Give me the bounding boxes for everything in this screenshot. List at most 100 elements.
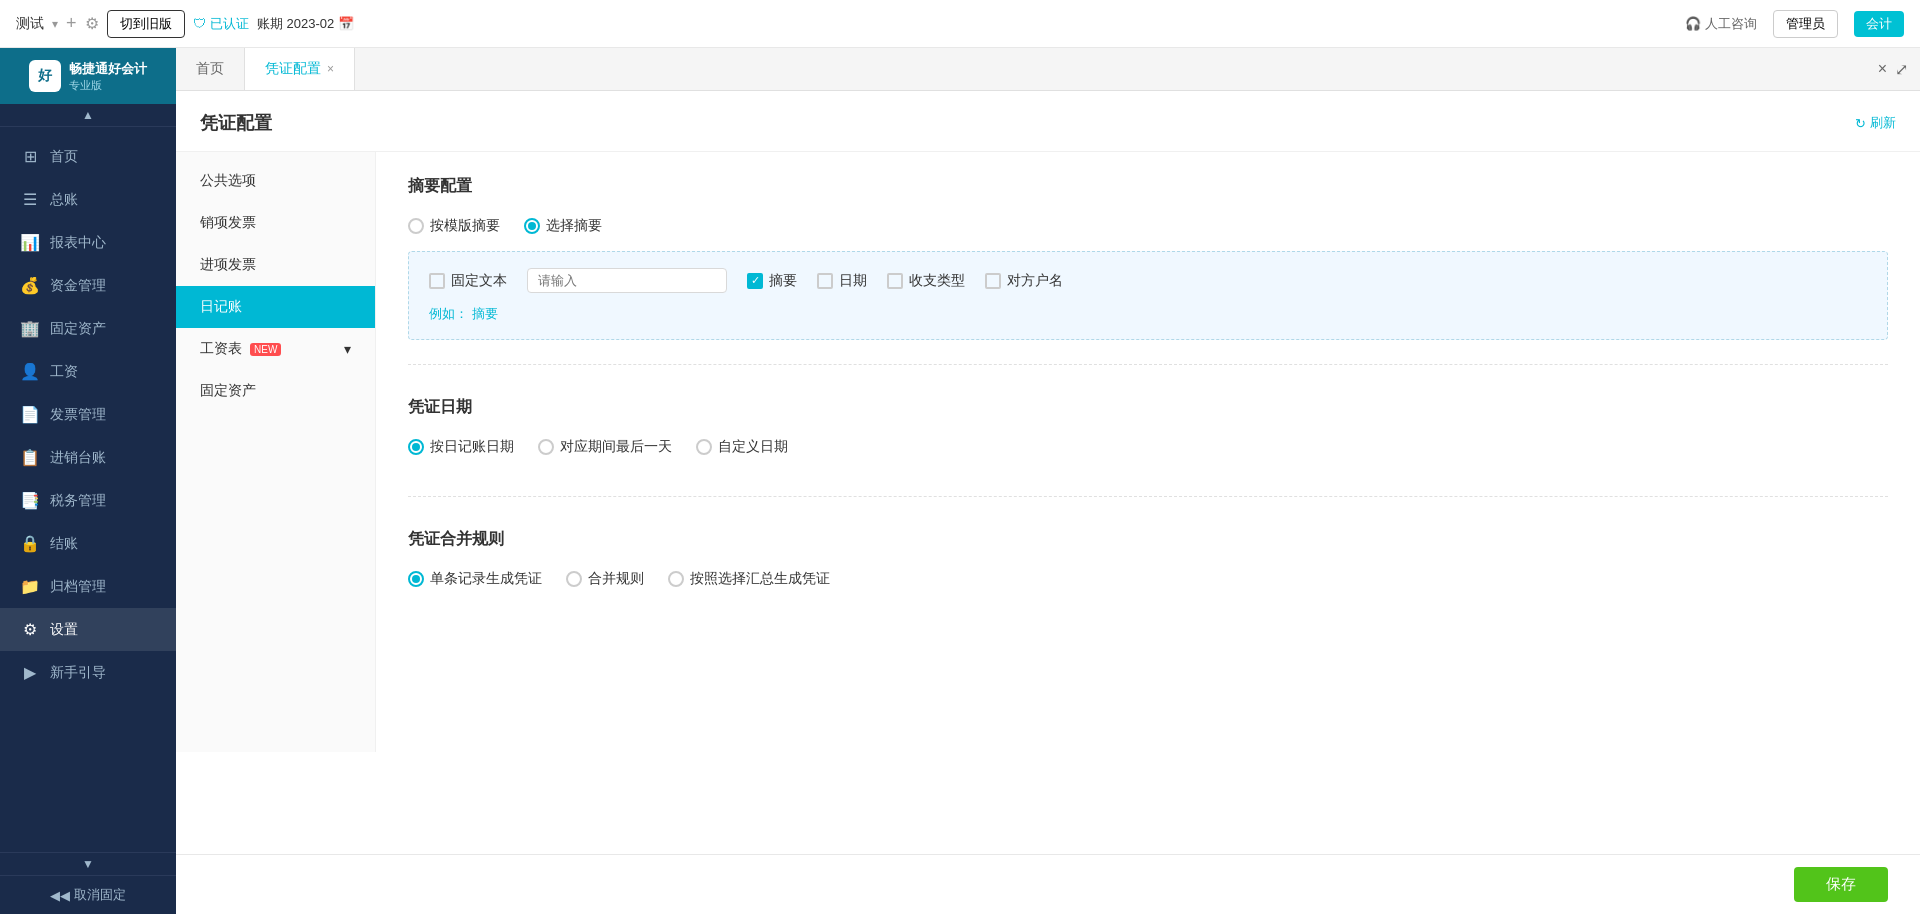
ledger-icon: ☰ xyxy=(20,190,40,209)
scroll-down-button[interactable]: ▼ xyxy=(0,852,176,875)
main-layout: 好 畅捷通好会计 专业版 ▲ ⊞ 首页 ☰ 总账 📊 报表中心 xyxy=(0,48,1920,914)
single-radio[interactable] xyxy=(408,571,424,587)
consultation-icon: 🎧 xyxy=(1685,16,1701,31)
tab-voucher-config-label: 凭证配置 xyxy=(265,60,321,78)
date-checkbox-option[interactable]: 日期 xyxy=(817,272,867,290)
sidebar-item-invoices[interactable]: 📄 发票管理 xyxy=(0,393,176,436)
summary-checkbox[interactable] xyxy=(747,273,763,289)
window-close-button[interactable]: × xyxy=(1878,60,1887,78)
settings-content: 摘要配置 按模版摘要 选择摘要 xyxy=(376,152,1920,752)
payment-type-checkbox-label: 收支类型 xyxy=(909,272,965,290)
summary-select-label: 选择摘要 xyxy=(546,217,602,235)
content-area: 首页 凭证配置 × × ⤢ 凭证配置 ↻ 刷新 xyxy=(176,48,1920,914)
sidebar-item-payroll[interactable]: 👤 工资 xyxy=(0,350,176,393)
sidebar-item-closing[interactable]: 🔒 结账 xyxy=(0,522,176,565)
sidebar-item-assets[interactable]: 🏢 固定资产 xyxy=(0,307,176,350)
summary-template-radio[interactable] xyxy=(408,218,424,234)
tab-voucher-config[interactable]: 凭证配置 × xyxy=(245,48,355,90)
summary-option-template[interactable]: 按模版摘要 xyxy=(408,217,500,235)
fixed-text-option[interactable]: 固定文本 xyxy=(429,272,507,290)
scroll-up-icon: ▲ xyxy=(82,108,94,122)
summary-template-label: 按模版摘要 xyxy=(430,217,500,235)
merge-option-rule[interactable]: 合并规则 xyxy=(566,570,644,588)
sidebar-item-funds[interactable]: 💰 资金管理 xyxy=(0,264,176,307)
home-icon: ⊞ xyxy=(20,147,40,166)
sidebar-nav: ⊞ 首页 ☰ 总账 📊 报表中心 💰 资金管理 🏢 固定资产 👤 工资 xyxy=(0,127,176,852)
project-settings-icon[interactable]: ⚙ xyxy=(85,14,99,33)
left-menu-journal[interactable]: 日记账 xyxy=(176,286,375,328)
sidebar-item-settings[interactable]: ⚙ 设置 xyxy=(0,608,176,651)
logo-text: 畅捷通好会计 xyxy=(69,60,147,78)
manager-button[interactable]: 管理员 xyxy=(1773,10,1838,38)
left-menu-fixed-assets[interactable]: 固定资产 xyxy=(176,370,375,412)
sidebar-item-guide[interactable]: ▶ 新手引导 xyxy=(0,651,176,694)
payment-type-checkbox-option[interactable]: 收支类型 xyxy=(887,272,965,290)
merge-rule-radio[interactable] xyxy=(566,571,582,587)
project-dropdown-icon[interactable]: ▾ xyxy=(52,17,58,31)
sidebar-item-reports[interactable]: 📊 报表中心 xyxy=(0,221,176,264)
left-menu-sales-invoice[interactable]: 销项发票 xyxy=(176,202,375,244)
verified-badge: 🛡 已认证 xyxy=(193,15,249,33)
left-menu-journal-label: 日记账 xyxy=(200,298,242,314)
left-menu-sales-invoice-label: 销项发票 xyxy=(200,214,256,230)
sidebar-label-guide: 新手引导 xyxy=(50,664,106,682)
summary-checkbox-option[interactable]: 摘要 xyxy=(747,272,797,290)
period-last-radio[interactable] xyxy=(538,439,554,455)
settings-icon: ⚙ xyxy=(20,620,40,639)
refresh-button[interactable]: ↻ 刷新 xyxy=(1855,114,1896,132)
sidebar-item-tax[interactable]: 📑 税务管理 xyxy=(0,479,176,522)
sidebar-item-ledger[interactable]: ☰ 总账 xyxy=(0,178,176,221)
sidebar-item-home[interactable]: ⊞ 首页 xyxy=(0,135,176,178)
sidebar-label-payroll: 工资 xyxy=(50,363,78,381)
window-expand-button[interactable]: ⤢ xyxy=(1895,60,1908,79)
refresh-label: 刷新 xyxy=(1870,114,1896,132)
sidebar-label-ledger: 总账 xyxy=(50,191,78,209)
summary-option-row: 按模版摘要 选择摘要 xyxy=(408,217,1888,235)
sidebar-label-funds: 资金管理 xyxy=(50,277,106,295)
calendar-icon[interactable]: 📅 xyxy=(338,16,354,31)
tab-home[interactable]: 首页 xyxy=(176,48,245,90)
switch-old-button[interactable]: 切到旧版 xyxy=(107,10,185,38)
verified-label: 已认证 xyxy=(210,15,249,33)
date-option-period-last[interactable]: 对应期间最后一天 xyxy=(538,438,672,456)
scroll-up-button[interactable]: ▲ xyxy=(0,104,176,127)
summary-section: 摘要配置 按模版摘要 选择摘要 xyxy=(408,176,1888,365)
summary-option-select[interactable]: 选择摘要 xyxy=(524,217,602,235)
sidebar-item-purchase-sales[interactable]: 📋 进销台账 xyxy=(0,436,176,479)
payroll-icon: 👤 xyxy=(20,362,40,381)
checkbox-area: 固定文本 摘要 日期 xyxy=(408,251,1888,340)
sidebar-item-archive[interactable]: 📁 归档管理 xyxy=(0,565,176,608)
fixed-text-input[interactable] xyxy=(527,268,727,293)
date-checkbox[interactable] xyxy=(817,273,833,289)
merge-section-title: 凭证合并规则 xyxy=(408,529,1888,550)
consultation-label: 人工咨询 xyxy=(1705,15,1757,33)
journal-date-radio[interactable] xyxy=(408,439,424,455)
custom-date-label: 自定义日期 xyxy=(718,438,788,456)
consultation-button[interactable]: 🎧 人工咨询 xyxy=(1685,15,1757,33)
date-option-custom[interactable]: 自定义日期 xyxy=(696,438,788,456)
custom-date-radio[interactable] xyxy=(696,439,712,455)
counterpart-checkbox[interactable] xyxy=(985,273,1001,289)
counterpart-checkbox-option[interactable]: 对方户名 xyxy=(985,272,1063,290)
example-text: 摘要 xyxy=(472,306,498,321)
payment-type-checkbox[interactable] xyxy=(887,273,903,289)
add-project-icon[interactable]: + xyxy=(66,13,77,34)
period-info: 账期 2023-02 📅 xyxy=(257,15,355,33)
invoices-icon: 📄 xyxy=(20,405,40,424)
fixed-text-checkbox[interactable] xyxy=(429,273,445,289)
top-bar: 测试 ▾ + ⚙ 切到旧版 🛡 已认证 账期 2023-02 📅 🎧 人工咨询 … xyxy=(0,0,1920,48)
left-menu-public[interactable]: 公共选项 xyxy=(176,160,375,202)
left-menu-payroll-table[interactable]: 工资表 NEW ▾ xyxy=(176,328,375,370)
summary-select-radio[interactable] xyxy=(524,218,540,234)
unfix-sidebar-button[interactable]: ◀◀ 取消固定 xyxy=(0,875,176,914)
merge-option-single[interactable]: 单条记录生成凭证 xyxy=(408,570,542,588)
left-menu-purchase-invoice[interactable]: 进项发票 xyxy=(176,244,375,286)
date-option-journal[interactable]: 按日记账日期 xyxy=(408,438,514,456)
date-option-row: 按日记账日期 对应期间最后一天 自定义日期 xyxy=(408,438,1888,456)
tab-close-icon[interactable]: × xyxy=(327,62,334,76)
merge-option-by-selection[interactable]: 按照选择汇总生成凭证 xyxy=(668,570,830,588)
save-button[interactable]: 保存 xyxy=(1794,867,1888,902)
tab-home-label: 首页 xyxy=(196,60,224,76)
by-selection-radio[interactable] xyxy=(668,571,684,587)
accountant-button[interactable]: 会计 xyxy=(1854,11,1904,37)
